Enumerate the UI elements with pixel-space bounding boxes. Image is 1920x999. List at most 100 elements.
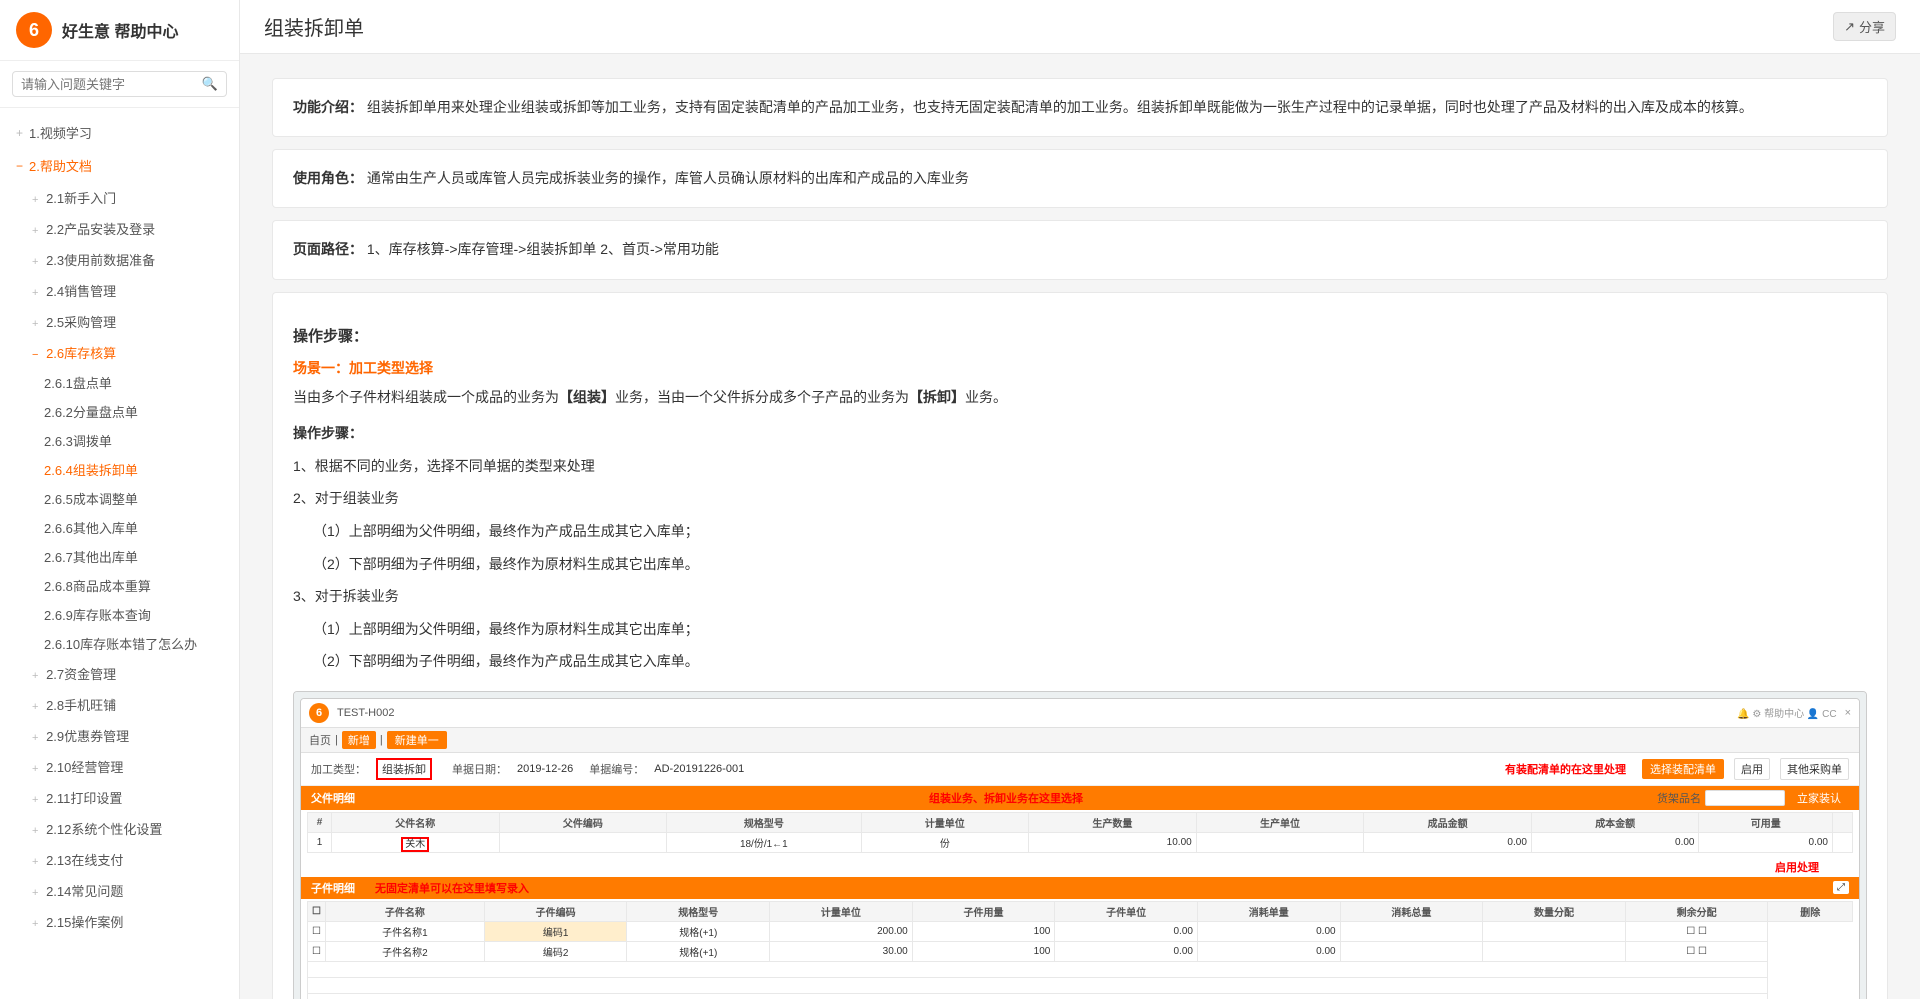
app-icons: 🔔 ⚙ 帮助中心 👤 CC — [1737, 705, 1836, 720]
btn-new-order[interactable]: 新建单一 — [387, 731, 447, 749]
plus-icon: + — [32, 225, 38, 237]
sidebar-item-other-in[interactable]: 2.6.6其他入库单 — [0, 513, 239, 542]
sidebar-item-transfer[interactable]: 2.6.3调拨单 — [0, 426, 239, 455]
intro-text: 组装拆卸单用来处理企业组装或拆卸等加工业务，支持有固定装配清单的产品加工业务，也… — [367, 99, 1753, 115]
plus-icon: + — [32, 887, 38, 899]
sidebar-item-inventory[interactable]: − 2.6库存核算 — [0, 337, 239, 368]
sidebar-item-coupon[interactable]: + 2.9优惠券管理 — [0, 720, 239, 751]
section-top-bar: 父件明细 组装业务、拆卸业务在这里选择 货架品名 立家装认 — [301, 786, 1859, 810]
app-titlebar: 6 TEST-H002 🔔 ⚙ 帮助中心 👤 CC × — [301, 699, 1859, 728]
sidebar-item-other-out[interactable]: 2.6.7其他出库单 — [0, 542, 239, 571]
table-row — [308, 977, 1853, 993]
step3-b: （2）下部明细为子件明细，最终作为产成品生成其它入库单。 — [313, 648, 1867, 675]
sidebar-item-cost-adjust[interactable]: 2.6.5成本调整单 — [0, 484, 239, 513]
sidebar-item-data-prep[interactable]: + 2.3使用前数据准备 — [0, 244, 239, 275]
expand-icon[interactable]: ⤢ — [1833, 881, 1849, 894]
sidebar-item-sales[interactable]: + 2.4销售管理 — [0, 275, 239, 306]
th-action — [1833, 812, 1853, 832]
step2: 2、对于组装业务 — [293, 485, 1867, 512]
bth-check: ☐ — [308, 901, 326, 921]
logo-icon: 6 — [16, 12, 52, 48]
step1: 1、根据不同的业务，选择不同单据的类型来处理 — [293, 453, 1867, 480]
app-nav: 自页 | 新增 | 新建单一 — [301, 728, 1859, 753]
sidebar-item-finance[interactable]: + 2.7资金管理 — [0, 658, 239, 689]
topbar: 组装拆卸单 ↗ 分享 — [240, 0, 1920, 54]
sidebar-item-cases[interactable]: + 2.15操作案例 — [0, 906, 239, 937]
sidebar-item-ops[interactable]: + 2.10经营管理 — [0, 751, 239, 782]
type-value: 组装拆卸 — [376, 758, 432, 780]
bottom-table-head: ☐ 子件名称 子件编码 规格型号 计量单位 子件用量 子件单位 消耗单量 消耗总 — [308, 901, 1853, 921]
sidebar-item-stocktake[interactable]: 2.6.1盘点单 — [0, 368, 239, 397]
sidebar-item-faq[interactable]: + 2.14常见问题 — [0, 875, 239, 906]
sidebar-item-new-user[interactable]: + 2.1新手入门 — [0, 182, 239, 213]
screenshot-container: 6 TEST-H002 🔔 ⚙ 帮助中心 👤 CC × 自页 | 新增 | — [293, 691, 1867, 999]
scene1-heading: 场景一：加工类型选择 — [293, 358, 1867, 378]
sidebar-item-settings[interactable]: + 2.12系统个性化设置 — [0, 813, 239, 844]
steps-heading: 操作步骤： — [293, 325, 1867, 346]
sidebar-item-help-doc[interactable]: − 2.帮助文档 — [0, 149, 239, 182]
sidebar-item-cost-recalc[interactable]: 2.6.8商品成本重算 — [0, 571, 239, 600]
nav-new-btn[interactable]: 新增 — [342, 731, 376, 749]
btn-select-bom[interactable]: 选择装配清单 — [1642, 759, 1724, 779]
td-row-num: 1 — [308, 832, 332, 852]
btn-action2[interactable]: 其他采购单 — [1780, 758, 1849, 780]
th-num: # — [308, 812, 332, 832]
help-doc-subitems: + 2.1新手入门 + 2.2产品安装及登录 + 2.3使用前数据准备 + 2.… — [0, 182, 239, 937]
plus-icon: + — [16, 126, 23, 140]
sidebar-item-purchase[interactable]: + 2.5采购管理 — [0, 306, 239, 337]
bth-qty-alloc: 数量分配 — [1483, 901, 1626, 921]
sidebar-item-print[interactable]: + 2.11打印设置 — [0, 782, 239, 813]
bth-usage: 子件用量 — [912, 901, 1055, 921]
nav-sep2: | — [380, 734, 383, 746]
search-label: 货架品名 — [1657, 790, 1701, 806]
search-wrapper[interactable]: 🔍 — [12, 71, 227, 97]
table-row: 1 关木 18/份/1←1 份 10.00 — [308, 832, 1853, 852]
bth-unit: 计量单位 — [770, 901, 913, 921]
main-area: 组装拆卸单 ↗ 分享 功能介绍： 组装拆卸单用来处理企业组装或拆卸等加工业务，支… — [240, 0, 1920, 999]
section-top-actions: 货架品名 立家装认 — [1657, 789, 1849, 807]
date-value: 2019-12-26 — [517, 763, 573, 775]
app-window: 6 TEST-H002 🔔 ⚙ 帮助中心 👤 CC × 自页 | 新增 | — [300, 698, 1860, 999]
btn-action1[interactable]: 启用 — [1734, 758, 1770, 780]
sidebar-item-payment[interactable]: + 2.13在线支付 — [0, 844, 239, 875]
nav-sep: | — [335, 734, 338, 746]
sidebar-item-install[interactable]: + 2.2产品安装及登录 — [0, 213, 239, 244]
th-prod-unit: 生产单位 — [1196, 812, 1364, 832]
top-table-body: 1 关木 18/份/1←1 份 10.00 — [308, 832, 1853, 852]
sidebar-item-ledger-fix[interactable]: 2.6.10库存账本错了怎么办 — [0, 629, 239, 658]
th-spec: 规格型号 — [667, 812, 861, 832]
inventory-subitems: 2.6.1盘点单 2.6.2分量盘点单 2.6.3调拨单 2.6.4组装拆卸单 … — [0, 368, 239, 658]
bth-name: 子件名称 — [326, 901, 485, 921]
step2-a: （1）上部明细为父件明细，最终作为产成品生成其它入库单； — [313, 518, 1867, 545]
role-card: 使用角色： 通常由生产人员或库管人员完成拆装业务的操作，库管人员确认原材料的出库… — [272, 149, 1888, 208]
sidebar: 6 好生意 帮助中心 🔍 + 1.视频学习 − 2.帮助文档 + — [0, 0, 240, 999]
path-label: 页面路径： — [293, 241, 363, 257]
plus-icon: + — [32, 318, 38, 330]
role-text: 通常由生产人员或库管人员完成拆装业务的操作，库管人员确认原材料的出库和产成品的入… — [367, 170, 969, 186]
td-avail: 0.00 — [1699, 832, 1833, 852]
date-label: 单据日期： — [452, 761, 507, 777]
plus-icon: + — [32, 670, 38, 682]
sidebar-item-mobile[interactable]: + 2.8手机旺铺 — [0, 689, 239, 720]
annotation-top: 有装配清单的在这里处理 — [1505, 761, 1626, 777]
sidebar-item-ledger-query[interactable]: 2.6.9库存账本查询 — [0, 600, 239, 629]
top-table: # 父件名称 父件编码 规格型号 计量单位 生产数量 生产单位 成品金额 成本金 — [307, 812, 1853, 853]
td-spec: 18/份/1←1 — [667, 832, 861, 852]
search-field[interactable] — [1705, 790, 1785, 806]
btn-confirm[interactable]: 立家装认 — [1789, 789, 1849, 807]
th-prod-amt: 成品金额 — [1364, 812, 1532, 832]
search-input[interactable] — [21, 77, 202, 92]
sidebar-item-assembly[interactable]: 2.6.4组装拆卸单 — [0, 455, 239, 484]
sidebar-item-video[interactable]: + 1.视频学习 — [0, 116, 239, 149]
sidebar-item-partial-stocktake[interactable]: 2.6.2分量盘点单 — [0, 397, 239, 426]
plus-icon: + — [32, 256, 38, 268]
bth-consume-total: 消耗总量 — [1340, 901, 1483, 921]
share-button[interactable]: ↗ 分享 — [1833, 12, 1896, 41]
plus-icon: + — [32, 794, 38, 806]
annotation-handle-row: 启用处理 — [301, 857, 1859, 877]
bottom-table-wrapper: ☐ 子件名称 子件编码 规格型号 计量单位 子件用量 子件单位 消耗单量 消耗总 — [301, 901, 1859, 999]
top-table-wrapper: # 父件名称 父件编码 规格型号 计量单位 生产数量 生产单位 成品金额 成本金 — [301, 812, 1859, 857]
step3-a: （1）上部明细为父件明细，最终作为原材料生成其它出库单； — [313, 616, 1867, 643]
bth-spec: 规格型号 — [627, 901, 770, 921]
app-title: TEST-H002 — [337, 707, 394, 719]
